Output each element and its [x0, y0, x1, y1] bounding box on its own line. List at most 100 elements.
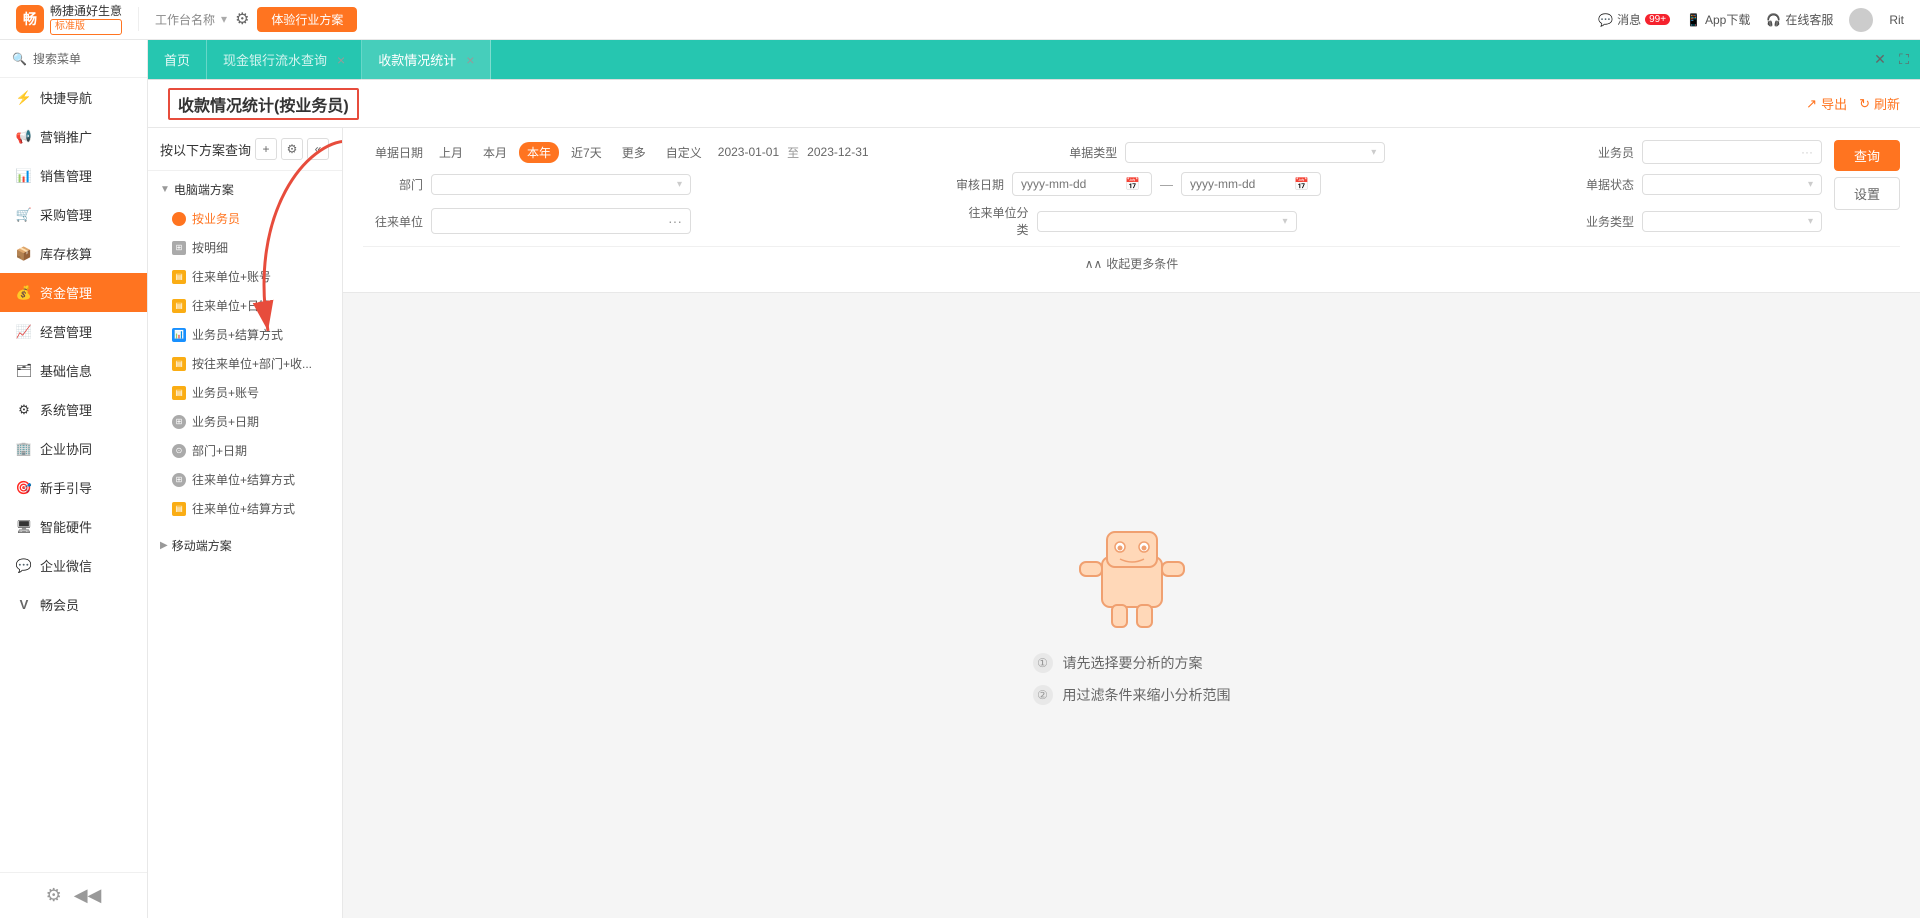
online-service-item[interactable]: 🎧 在线客服 [1766, 11, 1833, 28]
tab-bank-flow-label: 现金银行流水查询 [223, 50, 327, 69]
sidebar-collapse-icon[interactable]: ◀◀ [74, 885, 102, 906]
scheme-item-staff-account[interactable]: ▤ 业务员+账号 [148, 378, 342, 407]
step-num-1: ① [1033, 653, 1053, 673]
scheme-item-by-detail[interactable]: ⊞ 按明细 [148, 233, 342, 262]
scheme-panel: 按以下方案查询 + ⚙ « [148, 128, 343, 918]
date-tab-custom[interactable]: 自定义 [658, 142, 710, 163]
sidebar-item-weixin[interactable]: 💬 企业微信 [0, 546, 147, 585]
scheme-item-dept-date[interactable]: ⊙ 部门+日期 [148, 436, 342, 465]
export-icon: ↗ [1806, 96, 1817, 112]
page-title-bar: 收款情况统计(按业务员) ↗ 导出 ↻ 刷新 [148, 80, 1920, 128]
audit-date-from[interactable]: 📅 [1012, 172, 1152, 196]
edition-badge: 标准版 [50, 19, 122, 35]
audit-date-to-input[interactable] [1190, 177, 1290, 191]
scheme-item-unit-account[interactable]: ▤ 往来单位+账号 [148, 262, 342, 291]
sidebar-item-marketing[interactable]: 📢 营销推广 [0, 117, 147, 156]
top-header: 畅 畅捷通好生意 标准版 工作台名称 ▾ ⚙ 体验行业方案 💬 消息 99+ 📱… [0, 0, 1920, 40]
operations-icon: 📈 [16, 324, 32, 340]
partner-category-select[interactable]: ▾ [1037, 211, 1297, 232]
window-close-btn[interactable]: ✕ [1872, 52, 1888, 68]
dept-select[interactable]: ▾ [431, 174, 691, 195]
sidebar-settings-icon[interactable]: ⚙ [46, 885, 62, 906]
date-tab-last-7days[interactable]: 近7天 [563, 142, 610, 163]
guide-icon: 🎯 [16, 480, 32, 496]
doc-type-select[interactable]: ▾ [1125, 142, 1385, 163]
scheme-section-desktop: ▼ 电脑端方案 按业务员 ⊞ 按明细 ▤ 往来单位+账号 [148, 171, 342, 527]
scheme-item-unit-settle2[interactable]: ▤ 往来单位+结算方式 [148, 494, 342, 523]
refresh-button[interactable]: ↻ 刷新 [1859, 94, 1900, 113]
app-download-label: App下载 [1705, 11, 1750, 28]
tab-collection-stat[interactable]: 收款情况统计 × [362, 40, 491, 80]
sidebar-label-sales: 销售管理 [40, 166, 92, 185]
scheme-item-label-staff-date: 业务员+日期 [192, 413, 259, 430]
sidebar-item-guide[interactable]: 🎯 新手引导 [0, 468, 147, 507]
partner-select[interactable]: ··· [431, 208, 691, 234]
sidebar-item-capital[interactable]: 💰 资金管理 [0, 273, 147, 312]
sidebar-item-basic[interactable]: 🗂 基础信息 [0, 351, 147, 390]
tab-bank-flow[interactable]: 现金银行流水查询 × [207, 40, 362, 80]
scheme-add-btn[interactable]: + [255, 138, 277, 160]
scheme-collapse-btn[interactable]: « [307, 138, 329, 160]
filter-settings-button[interactable]: 设置 [1834, 177, 1900, 210]
empty-steps: ① 请先选择要分析的方案 ② 用过滤条件来缩小分析范围 [1033, 653, 1231, 705]
tab-home[interactable]: 首页 [148, 40, 207, 80]
workspace-chevron[interactable]: ▾ [221, 12, 227, 26]
sidebar-item-purchase[interactable]: 🛒 采购管理 [0, 195, 147, 234]
scheme-section-desktop-header[interactable]: ▼ 电脑端方案 [148, 175, 342, 204]
audit-date-to[interactable]: 📅 [1181, 172, 1321, 196]
sidebar-item-quick-nav[interactable]: ⚡ 快捷导航 [0, 78, 147, 117]
doc-status-label: 单据状态 [1574, 176, 1634, 193]
query-button[interactable]: 查询 [1834, 140, 1900, 171]
app-logo-icon: 畅 [16, 5, 44, 33]
scheme-settings-btn[interactable]: ⚙ [281, 138, 303, 160]
sidebar-item-enterprise[interactable]: 🏢 企业协同 [0, 429, 147, 468]
staff-select[interactable]: ··· [1642, 140, 1822, 164]
tab-bank-flow-close[interactable]: × [337, 52, 345, 68]
scheme-item-unit-settle1[interactable]: ⊞ 往来单位+结算方式 [148, 465, 342, 494]
scheme-item-staff-date[interactable]: ⊞ 业务员+日期 [148, 407, 342, 436]
sidebar-item-inventory[interactable]: 📦 库存核算 [0, 234, 147, 273]
date-tab-this-month[interactable]: 本月 [475, 142, 515, 163]
header-right: 💬 消息 99+ 📱 App下载 🎧 在线客服 Rit [1598, 8, 1904, 32]
sidebar-item-member[interactable]: V 畅会员 [0, 585, 147, 624]
business-type-select[interactable]: ▾ [1642, 211, 1822, 232]
user-avatar[interactable] [1849, 8, 1873, 32]
audit-date-from-input[interactable] [1021, 177, 1121, 191]
query-actions: 查询 设置 [1834, 140, 1900, 210]
message-icon-item[interactable]: 💬 消息 99+ [1598, 11, 1670, 28]
sidebar-label-inventory: 库存核算 [40, 244, 92, 263]
sidebar-item-operations[interactable]: 📈 经营管理 [0, 312, 147, 351]
settings-icon-btn[interactable]: ⚙ [235, 9, 249, 29]
window-maximize-btn[interactable]: ⛶ [1896, 52, 1912, 68]
date-tab-this-year[interactable]: 本年 [519, 142, 559, 163]
sidebar-label-member: 畅会员 [40, 595, 79, 614]
app-download-item[interactable]: 📱 App下载 [1686, 11, 1750, 28]
scheme-item-by-staff[interactable]: 按业务员 [148, 204, 342, 233]
page-content: 收款情况统计(按业务员) ↗ 导出 ↻ 刷新 按以下方案查询 + [148, 80, 1920, 918]
scheme-section-mobile-header[interactable]: ▶ 移动端方案 [148, 531, 342, 560]
doc-status-chevron-icon: ▾ [1808, 179, 1813, 190]
sidebar-search[interactable]: 🔍 搜索菜单 [0, 40, 147, 78]
sidebar-label-system: 系统管理 [40, 400, 92, 419]
scheme-item-staff-settle[interactable]: 📊 业务员+结算方式 [148, 320, 342, 349]
date-tab-last-month[interactable]: 上月 [431, 142, 471, 163]
scheme-header-actions: + ⚙ « [255, 138, 329, 160]
scheme-item-label-by-staff: 按业务员 [192, 210, 240, 227]
export-button[interactable]: ↗ 导出 [1806, 94, 1847, 113]
download-icon: 📱 [1686, 13, 1701, 27]
sidebar-item-system[interactable]: ⚙ 系统管理 [0, 390, 147, 429]
scheme-item-unit-date[interactable]: ▤ 往来单位+日期 [148, 291, 342, 320]
sidebar-item-sales[interactable]: 📊 销售管理 [0, 156, 147, 195]
trial-button[interactable]: 体验行业方案 [257, 7, 357, 32]
collapse-more-conditions[interactable]: ∧∧ 收起更多条件 [363, 246, 1900, 280]
system-icon: ⚙ [16, 402, 32, 418]
scheme-item-unit-dept[interactable]: ▤ 按往来单位+部门+收... [148, 349, 342, 378]
date-separator: 至 [787, 144, 799, 161]
date-tab-more[interactable]: 更多 [614, 142, 654, 163]
sidebar-label-operations: 经营管理 [40, 322, 92, 341]
empty-step-2: ② 用过滤条件来缩小分析范围 [1033, 685, 1231, 705]
sidebar-item-smart-hw[interactable]: 🖥 智能硬件 [0, 507, 147, 546]
doc-status-select[interactable]: ▾ [1642, 174, 1822, 195]
tab-collection-stat-close[interactable]: × [466, 52, 474, 68]
scheme-item-label-by-detail: 按明细 [192, 239, 228, 256]
